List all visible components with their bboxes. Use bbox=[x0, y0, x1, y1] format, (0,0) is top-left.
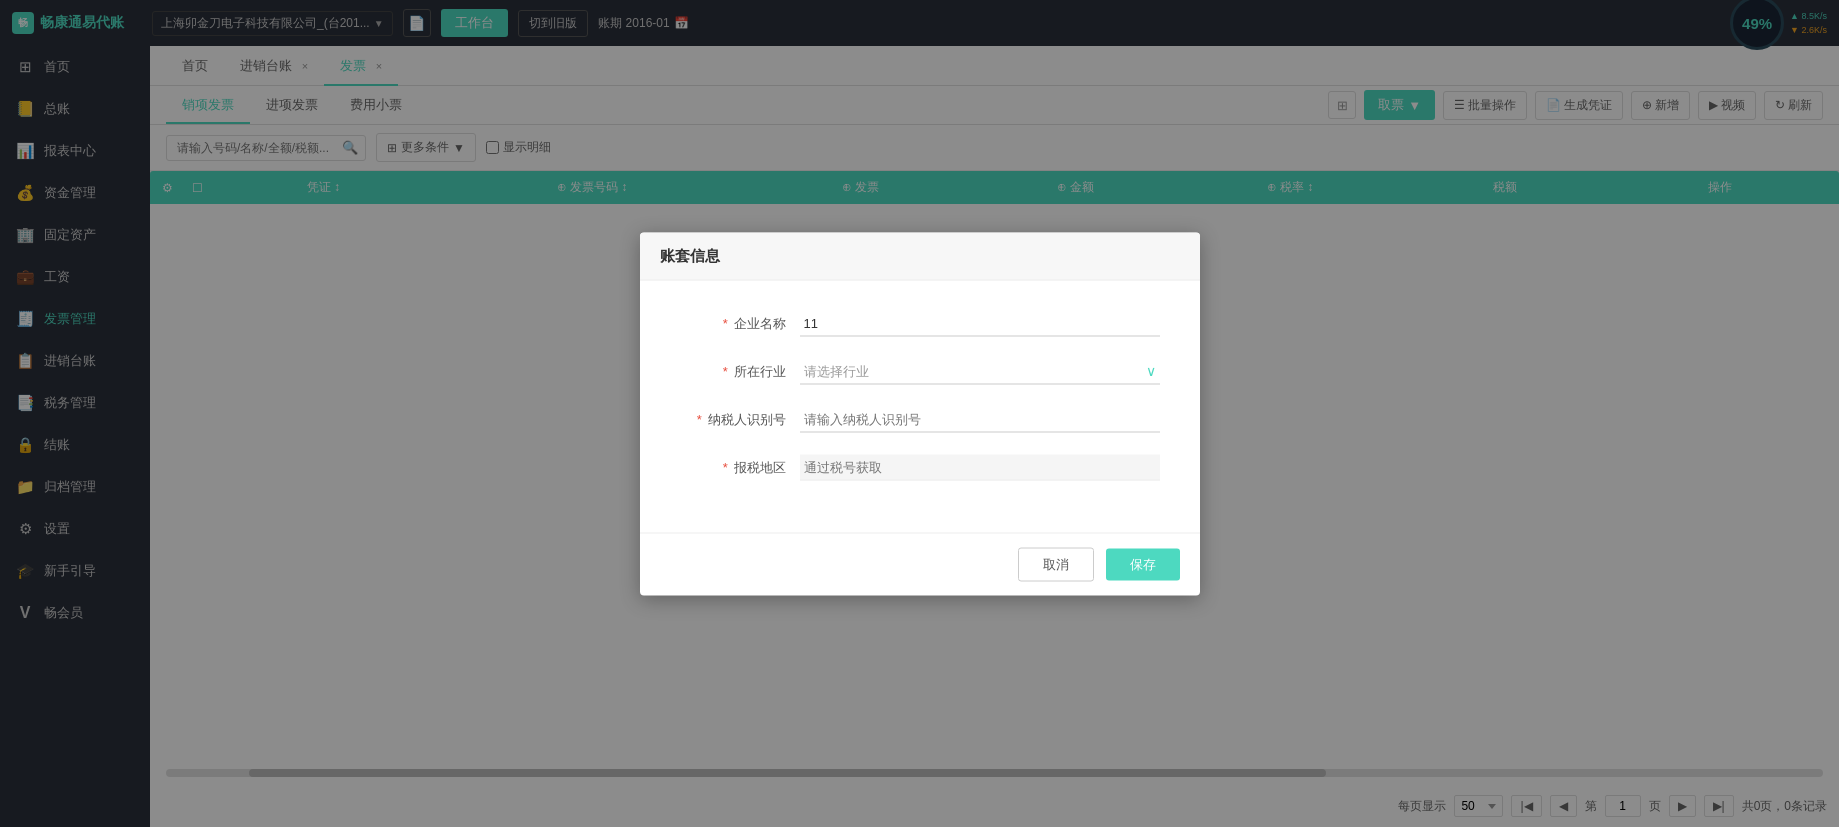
industry-select-wrap: 请选择行业 ∨ bbox=[800, 358, 1160, 384]
save-button[interactable]: 保存 bbox=[1106, 548, 1180, 580]
company-name-input[interactable] bbox=[800, 310, 1160, 336]
tax-region-label: * 报税地区 bbox=[680, 458, 800, 476]
cancel-button[interactable]: 取消 bbox=[1018, 547, 1094, 581]
form-row-industry: * 所在行业 请选择行业 ∨ bbox=[680, 358, 1160, 384]
form-row-company: * 企业名称 bbox=[680, 310, 1160, 336]
tax-id-input[interactable] bbox=[800, 406, 1160, 432]
form-row-tax-id: * 纳税人识别号 bbox=[680, 406, 1160, 432]
account-info-dialog: 账套信息 * 企业名称 * 所在行业 请选择行业 ∨ bbox=[640, 232, 1200, 595]
company-name-label: * 企业名称 bbox=[680, 314, 800, 332]
industry-label: * 所在行业 bbox=[680, 362, 800, 380]
tax-id-label: * 纳税人识别号 bbox=[680, 410, 800, 428]
form-row-tax-region: * 报税地区 bbox=[680, 454, 1160, 480]
dialog-title: 账套信息 bbox=[640, 232, 1200, 280]
tax-region-input bbox=[800, 454, 1160, 480]
dialog-body: * 企业名称 * 所在行业 请选择行业 ∨ * 纳税人识别号 bbox=[640, 280, 1200, 532]
industry-select[interactable]: 请选择行业 bbox=[800, 358, 1160, 383]
dialog-footer: 取消 保存 bbox=[640, 532, 1200, 595]
